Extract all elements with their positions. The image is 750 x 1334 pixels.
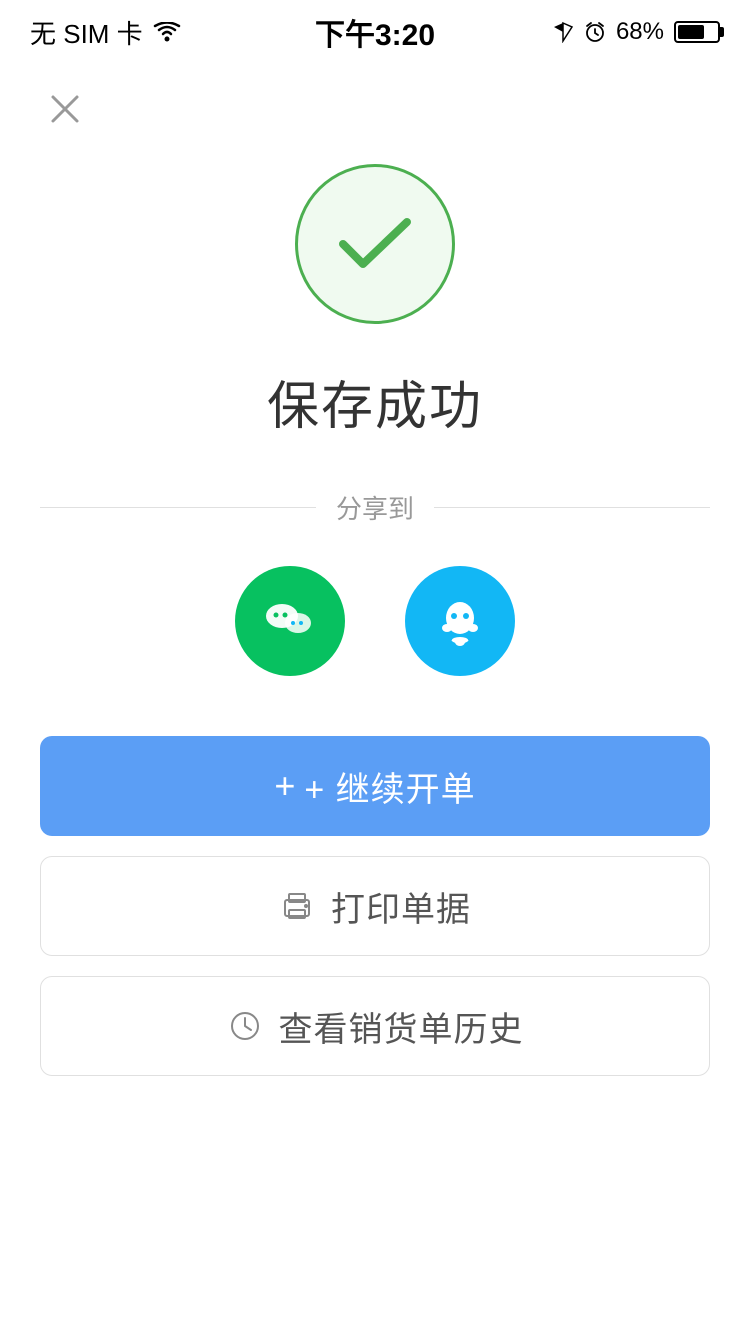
divider-line-right	[434, 507, 710, 508]
continue-order-button[interactable]: + + 继续开单	[40, 736, 710, 836]
close-icon	[47, 91, 83, 127]
printer-icon	[279, 888, 315, 924]
status-carrier: 无 SIM 卡	[30, 14, 181, 51]
alarm-icon	[584, 21, 606, 43]
view-history-button[interactable]: 查看销货单历史	[40, 976, 710, 1076]
status-right: 68%	[552, 18, 720, 46]
wechat-icon	[259, 590, 321, 652]
qq-icon	[429, 590, 491, 652]
action-buttons: + + 继续开单 打印单据 查看销货单历史	[40, 736, 710, 1076]
battery-percentage: 68%	[616, 18, 664, 46]
wechat-share-button[interactable]	[235, 566, 345, 676]
continue-order-label: + 继续开单	[304, 762, 475, 811]
divider-line-left	[40, 507, 316, 508]
location-icon	[552, 21, 574, 43]
view-history-label: 查看销货单历史	[279, 1002, 524, 1051]
continue-order-icon: +	[274, 765, 296, 807]
print-receipt-label: 打印单据	[331, 882, 471, 931]
status-bar: 无 SIM 卡 下午3:20 68%	[0, 0, 750, 64]
share-divider: 分享到	[40, 489, 710, 526]
success-title: 保存成功	[267, 364, 483, 439]
history-icon	[227, 1008, 263, 1044]
main-content: 保存成功 分享到	[0, 64, 750, 1334]
close-button[interactable]	[40, 84, 90, 134]
success-circle	[295, 164, 455, 324]
battery-icon	[674, 21, 720, 43]
qq-share-button[interactable]	[405, 566, 515, 676]
share-icons-container	[235, 566, 515, 676]
share-label: 分享到	[316, 489, 434, 526]
wifi-icon	[153, 22, 181, 42]
checkmark-icon	[335, 214, 415, 274]
status-time: 下午3:20	[315, 10, 435, 54]
print-receipt-button[interactable]: 打印单据	[40, 856, 710, 956]
